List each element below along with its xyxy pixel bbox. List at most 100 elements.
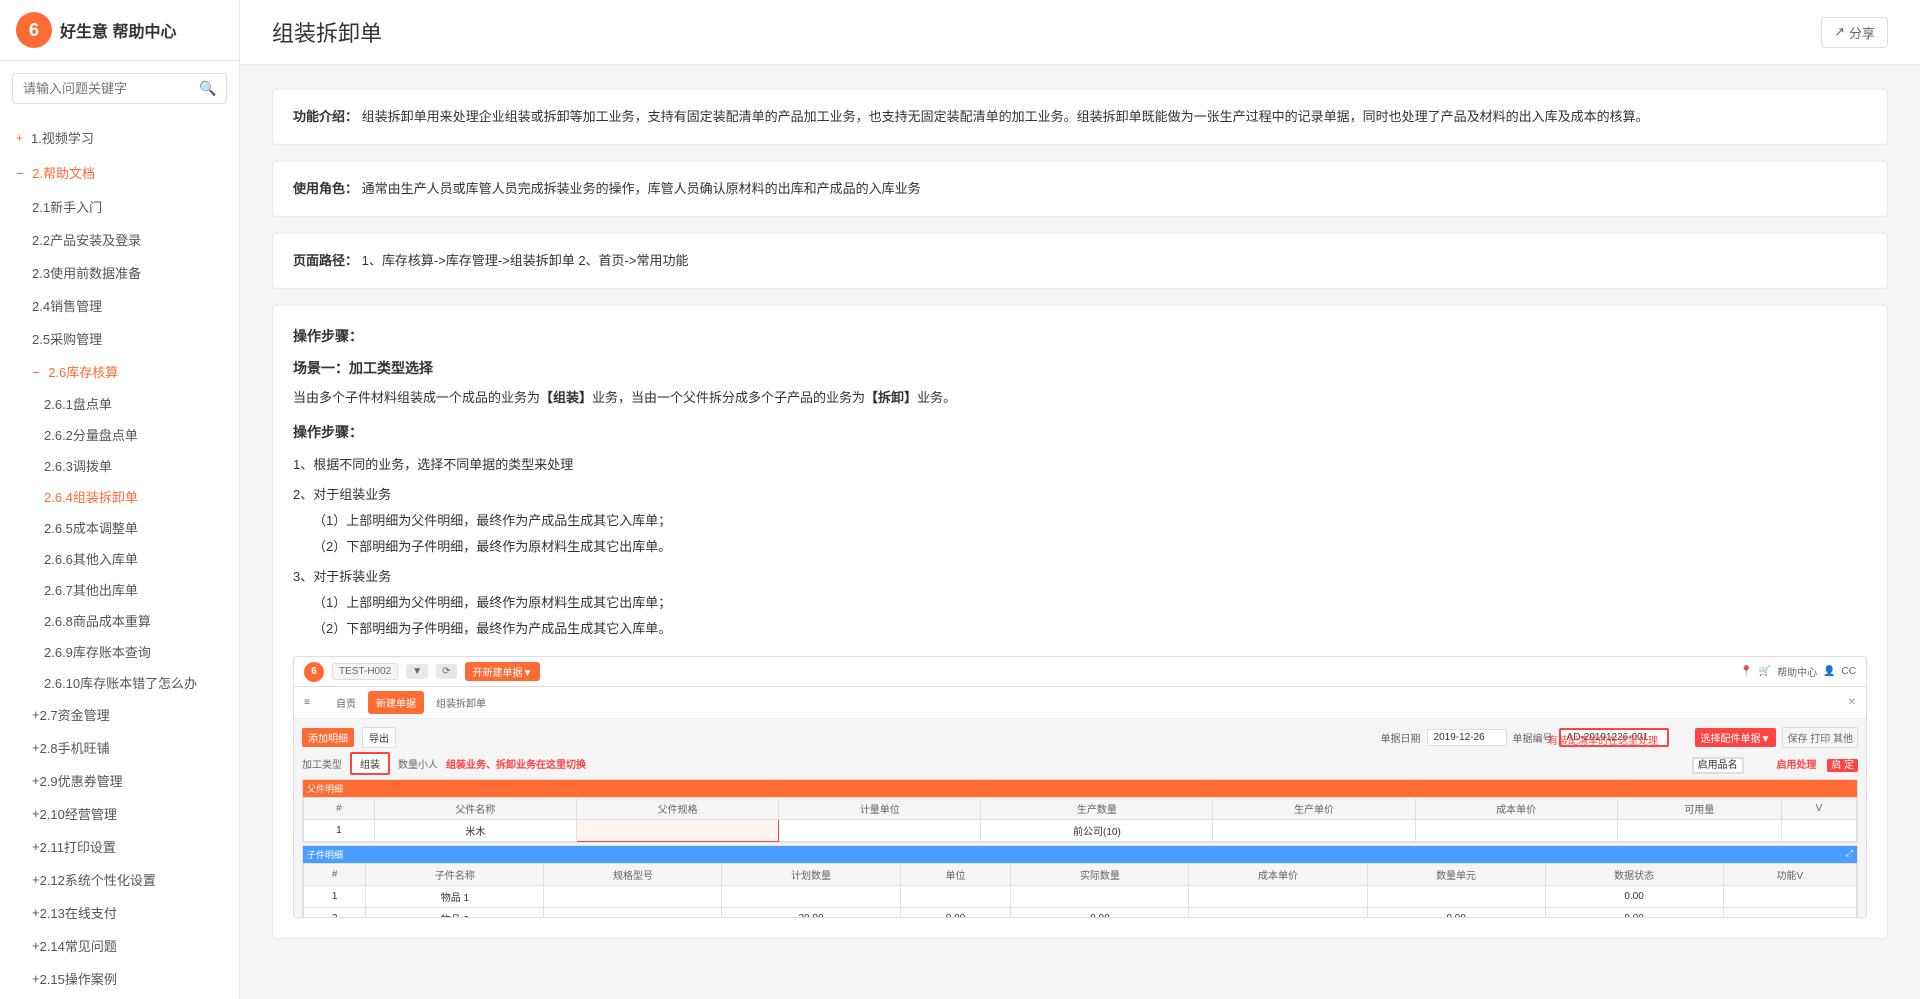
role-block: 使用角色： 通常由生产人员或库管人员完成拆装业务的操作，库管人员确认原材料的出库…: [272, 161, 1888, 217]
mock-enable-area: 启用品名 启用处理 启 定: [1692, 756, 1858, 771]
mock-logo: 6: [304, 662, 324, 682]
sidebar-item-ops[interactable]: + 2.10经营管理: [0, 797, 239, 830]
mock-icon2: 🛒: [1759, 666, 1771, 677]
sidebar-item-transfer[interactable]: 2.6.3调拨单: [0, 450, 239, 481]
share-button[interactable]: ↗ 分享: [1821, 17, 1888, 48]
sidebar-item-payment[interactable]: + 2.13在线支付: [0, 896, 239, 929]
mock-sub-header-label: 子件明细: [307, 848, 343, 861]
sidebar-item-ledger-query[interactable]: 2.6.9库存账本查询: [0, 636, 239, 667]
sidebar-item-print[interactable]: + 2.11打印设置: [0, 830, 239, 863]
mock-type-select[interactable]: 组装: [350, 752, 390, 775]
sidebar-item-mobile[interactable]: + 2.8手机旺铺: [0, 731, 239, 764]
function-intro-text: 组装拆卸单用来处理企业组装或拆卸等加工业务，支持有固定装配清单的产品加工业务，也…: [362, 109, 1649, 124]
mock-enable-btn[interactable]: 启 定: [1827, 759, 1858, 772]
mock-topbar: 6 TEST-H002 ▼ ⟳ 开新建单据▼ 📍 🛒 帮助中心 👤 CC: [294, 657, 1866, 687]
mock-export-btn[interactable]: 导出: [362, 727, 396, 748]
mock-sub-th-actual-qty: 实际数量: [1011, 864, 1189, 886]
screenshot-container: 6 TEST-H002 ▼ ⟳ 开新建单据▼ 📍 🛒 帮助中心 👤 CC: [293, 656, 1867, 918]
sidebar-item-stocktake[interactable]: 2.6.1盘点单: [0, 388, 239, 419]
mock-parent-table: # 父件名称 父件规格 计量单位 生产数量 生产单价 成本单价: [303, 797, 1857, 842]
mock-ui: 6 TEST-H002 ▼ ⟳ 开新建单据▼ 📍 🛒 帮助中心 👤 CC: [294, 657, 1866, 917]
mock-nav-home[interactable]: 自贡: [328, 691, 364, 714]
sidebar-item-data-prep[interactable]: 2.3使用前数据准备: [0, 256, 239, 289]
app-title: 好生意 帮助中心: [60, 18, 176, 42]
mock-th-unit: 计量单位: [779, 798, 981, 820]
mock-sub-th-name: 子件名称: [366, 864, 544, 886]
mock-th-icon: V: [1781, 798, 1856, 820]
role-text: 通常由生产人员或库管人员完成拆装业务的操作，库管人员确认原材料的出库和产成品的入…: [362, 181, 921, 196]
sidebar-item-sales[interactable]: 2.4销售管理: [0, 289, 239, 322]
mock-new-doc-btn[interactable]: 开新建单据▼: [465, 662, 541, 681]
sidebar-item-other-out[interactable]: 2.6.7其他出库单: [0, 574, 239, 605]
step3: 3、对于拆装业务 （1）上部明细为父件明细，最终作为原材料生成其它出库单； （2…: [293, 566, 1867, 640]
sidebar-item-cases[interactable]: + 2.15操作案例: [0, 962, 239, 995]
mock-date-input[interactable]: 2019-12-26: [1427, 729, 1507, 746]
annotation-switch: 组装业务、拆卸业务在这里切换: [446, 756, 586, 771]
sidebar-item-split-stocktake[interactable]: 2.6.2分量盘点单: [0, 419, 239, 450]
mock-expand-icon[interactable]: ⤢: [1846, 848, 1853, 861]
mock-bom-btn[interactable]: 选择配件单据▼: [1695, 728, 1777, 747]
mock-th-prod-price: 生产单价: [1213, 798, 1415, 820]
sidebar-item-customize[interactable]: + 2.12系统个性化设置: [0, 863, 239, 896]
mock-th-available: 可用量: [1617, 798, 1781, 820]
ops-steps-block: 操作步骤： 场景一：加工类型选择 当由多个子件材料组装成一个成品的业务为【组装】…: [272, 305, 1888, 939]
step2-sub1: （1）上部明细为父件明细，最终作为产成品生成其它入库单；: [313, 510, 1867, 532]
mock-sub-th-func: 功能V: [1723, 864, 1856, 886]
expand-icon-mobile: +: [32, 740, 40, 755]
mock-sidebar-toggle: ≡: [304, 697, 324, 708]
path-label: 页面路径：: [293, 253, 358, 268]
mock-sub-table: # 子件名称 规格型号 计划数量 单位 实际数量 成本单价 数量单元: [303, 863, 1857, 917]
step1: 1、根据不同的业务，选择不同单据的类型来处理: [293, 454, 1867, 476]
path-text: 1、库存核算->库存管理->组装拆卸单 2、首页->常用功能: [362, 253, 689, 268]
scenario1-block: 场景一：加工类型选择 当由多个子件材料组装成一个成品的业务为【组装】业务，当由一…: [293, 358, 1867, 640]
mock-type-label: 加工类型: [302, 756, 342, 771]
search-icon[interactable]: 🔍: [199, 80, 216, 97]
sidebar-item-cost-recalc[interactable]: 2.6.8商品成本重算: [0, 605, 239, 636]
sidebar-item-install[interactable]: 2.2产品安装及登录: [0, 223, 239, 256]
annotation-enable: 启用处理: [1776, 760, 1816, 771]
sidebar-item-ledger-err[interactable]: 2.6.10库存账本错了怎么办: [0, 667, 239, 698]
sidebar-item-inventory[interactable]: − 2.6库存核算: [0, 355, 239, 388]
sidebar: 6 好生意 帮助中心 🔍 + 1.视频学习 − 2.帮助文档 2.1新手入门 2…: [0, 0, 240, 999]
nav-section: + 1.视频学习 − 2.帮助文档 2.1新手入门 2.2产品安装及登录 2.3…: [0, 116, 239, 999]
sidebar-item-cost-adjust[interactable]: 2.6.5成本调整单: [0, 512, 239, 543]
expand-icon-coupon: +: [32, 773, 40, 788]
mock-sub-th-spec: 规格型号: [544, 864, 722, 886]
mock-nav-new[interactable]: 新建单据: [368, 691, 424, 714]
expand-icon-faq: +: [32, 938, 40, 953]
collapse-icon: −: [16, 165, 24, 181]
search-input[interactable]: [23, 81, 199, 96]
main-header: 组装拆卸单 ↗ 分享: [240, 0, 1920, 65]
mock-avatar: 👤: [1823, 666, 1835, 677]
sidebar-item-purchase[interactable]: 2.5采购管理: [0, 322, 239, 355]
mock-nav: ≡ 自贡 新建单据 组装拆卸单 ✕: [294, 687, 1866, 719]
step3-sub2: （2）下部明细为子件明细，最终作为产成品生成其它入库单。: [313, 618, 1867, 640]
mock-sub-th-qty-unit: 数量单元: [1367, 864, 1545, 886]
mock-th-parent-spec: 父件规格: [577, 798, 779, 820]
mock-add-btn[interactable]: 添加明细: [302, 728, 354, 747]
sidebar-item-faq[interactable]: + 2.14常见问题: [0, 929, 239, 962]
collapse-icon-inventory: −: [32, 364, 40, 380]
path-block: 页面路径： 1、库存核算->库存管理->组装拆卸单 2、首页->常用功能: [272, 233, 1888, 289]
mock-close-icon: ✕: [1848, 697, 1856, 708]
sidebar-item-coupon[interactable]: + 2.9优惠券管理: [0, 764, 239, 797]
sidebar-item-newbie[interactable]: 2.1新手入门: [0, 190, 239, 223]
search-box[interactable]: 🔍: [12, 73, 227, 104]
main-content: 组装拆卸单 ↗ 分享 功能介绍： 组装拆卸单用来处理企业组装或拆卸等加工业务，支…: [240, 0, 1920, 999]
screenshot-inner: 6 TEST-H002 ▼ ⟳ 开新建单据▼ 📍 🛒 帮助中心 👤 CC: [294, 657, 1866, 917]
expand-icon-payment: +: [32, 905, 40, 920]
sidebar-item-finance[interactable]: + 2.7资金管理: [0, 698, 239, 731]
mock-sub-row-2: 2 物品 2 30.00 0.00 0.00 0.00: [304, 908, 1857, 918]
expand-icon-ops: +: [32, 806, 40, 821]
mock-enable-input[interactable]: 启用品名: [1692, 757, 1744, 774]
mock-nav-assemble[interactable]: 组装拆卸单: [428, 691, 494, 714]
sidebar-item-assemble[interactable]: 2.6.4组装拆卸单: [0, 481, 239, 512]
content-area: 功能介绍： 组装拆卸单用来处理企业组装或拆卸等加工业务，支持有固定装配清单的产品…: [240, 65, 1920, 999]
mock-th-prod-qty: 生产数量: [981, 798, 1213, 820]
mock-sub-th-unit: 单位: [900, 864, 1011, 886]
sidebar-item-docs[interactable]: − 2.帮助文档: [0, 155, 239, 190]
mock-action-btns[interactable]: 保存 打印 其他: [1782, 727, 1858, 748]
sidebar-item-other-in[interactable]: 2.6.6其他入库单: [0, 543, 239, 574]
sidebar-item-videos[interactable]: + 1.视频学习: [0, 120, 239, 155]
expand-icon-cases: +: [32, 971, 40, 986]
